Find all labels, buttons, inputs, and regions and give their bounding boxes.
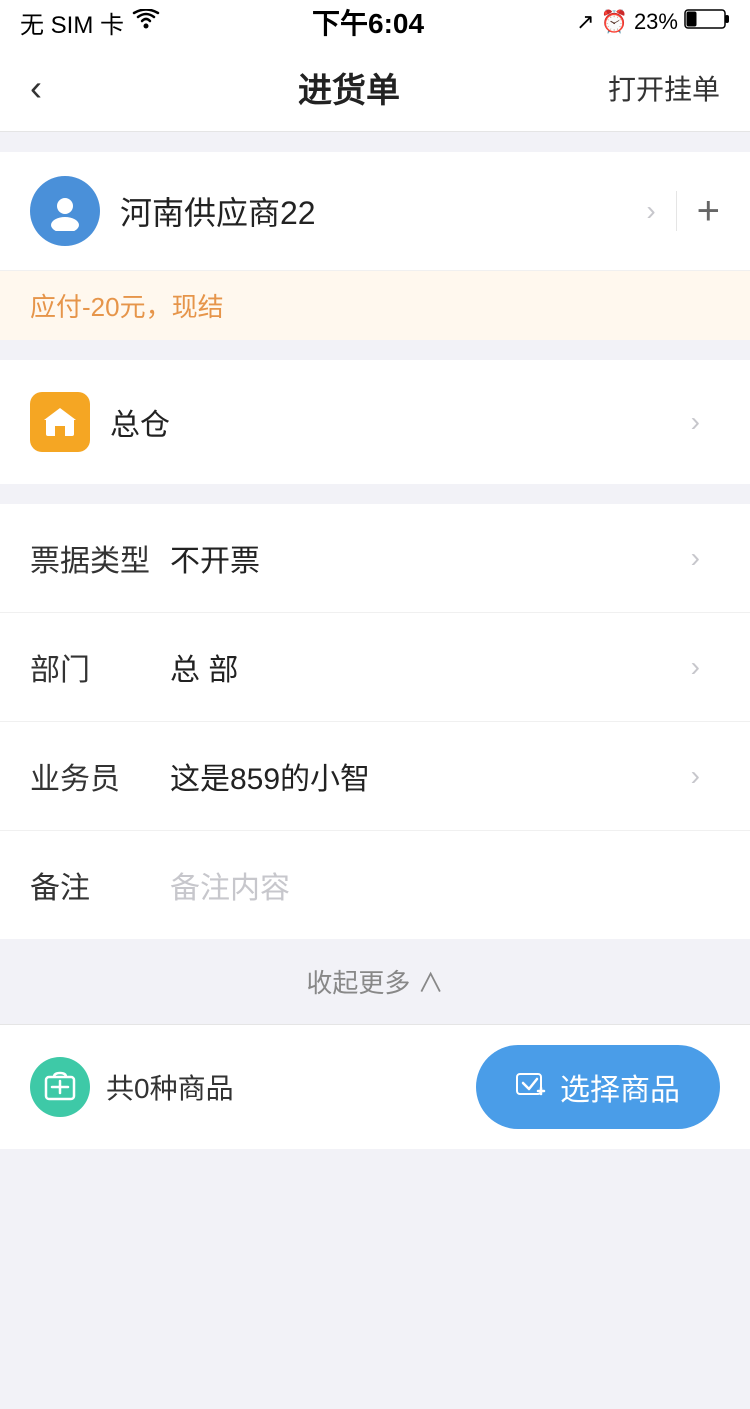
supplier-row[interactable]: 河南供应商22 › + [0, 152, 750, 271]
page-title: 进货单 [298, 63, 400, 112]
divider [676, 191, 677, 231]
invoice-type-value: 不开票 [170, 536, 691, 580]
remark-row[interactable]: 备注 备注内容 [0, 831, 750, 939]
status-right: ↗ ⏰ 23% [576, 8, 730, 36]
nav-bar: ‹ 进货单 打开挂单 [0, 44, 750, 132]
alarm-icon: ⏰ [601, 9, 628, 35]
salesperson-label: 业务员 [30, 754, 170, 798]
add-supplier-button[interactable]: + [697, 189, 720, 234]
no-sim-label: 无 SIM 卡 [20, 5, 124, 40]
warehouse-row[interactable]: 总仓 › [0, 360, 750, 484]
invoice-type-label: 票据类型 [30, 536, 170, 580]
location-icon: ↗ [576, 9, 594, 35]
product-count-label: 共0种商品 [106, 1067, 234, 1107]
remark-input[interactable]: 备注内容 [170, 863, 720, 907]
battery-label: 23% [634, 9, 678, 35]
notice-text: 应付-20元，现结 [30, 292, 224, 322]
battery-icon [684, 8, 730, 36]
invoice-type-row[interactable]: 票据类型 不开票 › [0, 504, 750, 613]
product-icon [30, 1057, 90, 1117]
section-gap-3 [0, 484, 750, 504]
select-product-label: 选择商品 [560, 1065, 680, 1109]
invoice-type-chevron-icon: › [691, 542, 700, 574]
status-bar: 无 SIM 卡 下午6:04 ↗ ⏰ 23% [0, 0, 750, 44]
salesperson-chevron-icon: › [691, 760, 700, 792]
status-time: 下午6:04 [312, 2, 424, 42]
warehouse-section: 总仓 › [0, 360, 750, 484]
warehouse-chevron-icon: › [691, 406, 700, 438]
product-count-area: 共0种商品 [30, 1057, 234, 1117]
open-pending-button[interactable]: 打开挂单 [608, 68, 720, 108]
remark-label: 备注 [30, 863, 170, 907]
department-label: 部门 [30, 645, 170, 689]
supplier-chevron-icon: › [646, 195, 655, 227]
salesperson-row[interactable]: 业务员 这是859的小智 › [0, 722, 750, 831]
select-product-button[interactable]: 选择商品 [476, 1045, 720, 1129]
gray-bottom-area [0, 1149, 750, 1409]
department-row[interactable]: 部门 总 部 › [0, 613, 750, 722]
department-chevron-icon: › [691, 651, 700, 683]
warehouse-name: 总仓 [110, 400, 691, 444]
notice-bar: 应付-20元，现结 [0, 271, 750, 340]
section-gap-2 [0, 340, 750, 360]
form-section: 票据类型 不开票 › 部门 总 部 › 业务员 这是859的小智 › 备注 备注… [0, 504, 750, 939]
warehouse-icon-wrapper [30, 392, 90, 452]
collapse-label: 收起更多 ∧ [306, 963, 443, 1000]
wifi-icon [132, 8, 160, 36]
supplier-section: 河南供应商22 › + 应付-20元，现结 [0, 152, 750, 340]
status-left: 无 SIM 卡 [20, 5, 160, 40]
supplier-name: 河南供应商22 [120, 188, 646, 234]
warehouse-icon [30, 392, 90, 452]
salesperson-value: 这是859的小智 [170, 754, 691, 798]
back-button[interactable]: ‹ [30, 67, 90, 109]
bottom-toolbar: 共0种商品 选择商品 [0, 1024, 750, 1149]
section-gap-1 [0, 132, 750, 152]
department-value: 总 部 [170, 645, 691, 689]
supplier-avatar [30, 176, 100, 246]
collapse-row[interactable]: 收起更多 ∧ [0, 939, 750, 1024]
